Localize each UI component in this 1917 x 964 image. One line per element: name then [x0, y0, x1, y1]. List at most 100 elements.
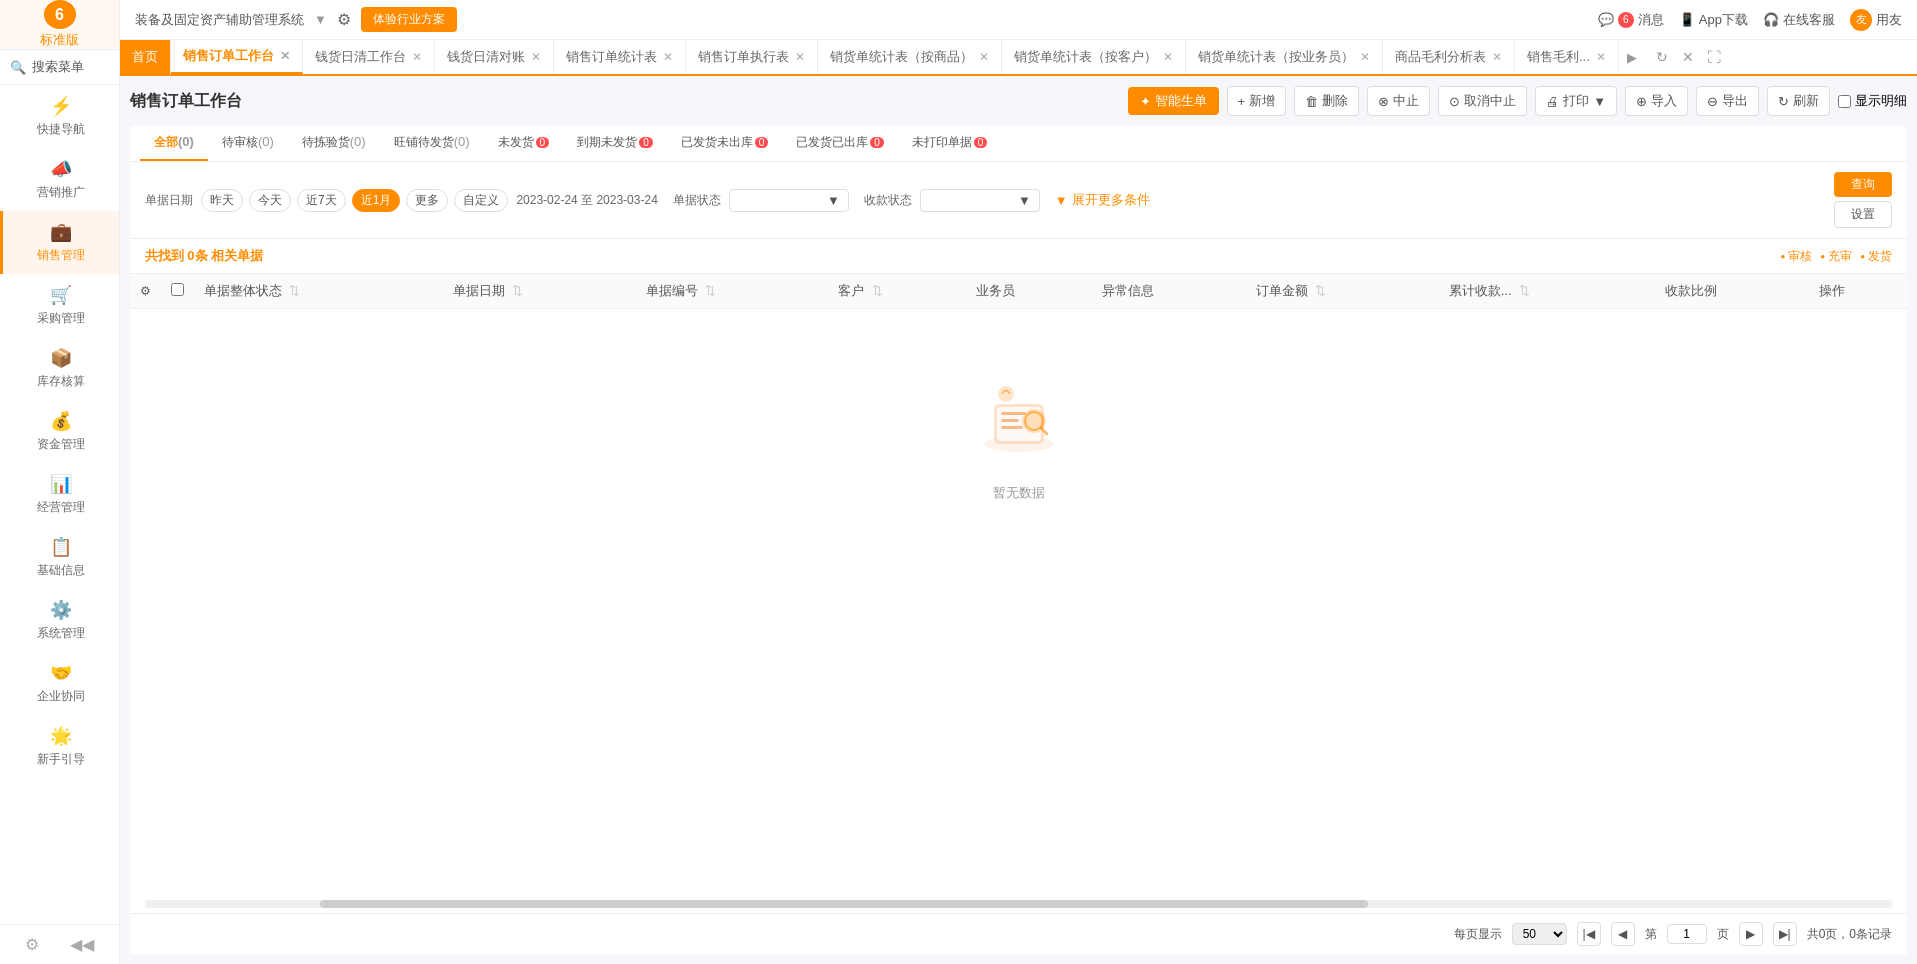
smart-generate-btn[interactable]: ✦ 智能生单	[1128, 87, 1219, 115]
show-detail-checkbox[interactable]: 显示明细	[1838, 92, 1907, 110]
tab-money-reconcile[interactable]: 钱货日清对账 ✕	[435, 40, 554, 74]
sub-tab-shipped-out[interactable]: 已发货已出库0	[782, 126, 898, 161]
cancel-audit-action-btn[interactable]: 充审	[1820, 248, 1852, 265]
gear-settings-icon[interactable]: ⚙	[337, 10, 351, 29]
tab-sales-staff[interactable]: 销货单统计表（按业务员） ✕	[1186, 40, 1383, 74]
page-size-select[interactable]: 50 100 200	[1512, 923, 1567, 945]
new-btn[interactable]: + 新增	[1227, 86, 1287, 116]
sort-icon[interactable]: ⇅	[705, 283, 716, 298]
col-settings[interactable]: ⚙	[130, 274, 161, 309]
sidebar-item-operations[interactable]: 📊 经营管理	[0, 463, 119, 526]
date-btn-yesterday[interactable]: 昨天	[201, 189, 243, 212]
sub-tab-shipped-not-out[interactable]: 已发货未出库0	[667, 126, 783, 161]
tab-sales-customer[interactable]: 销货单统计表（按客户） ✕	[1002, 40, 1186, 74]
dropdown-arrow-icon[interactable]: ▼	[314, 12, 327, 27]
select-arrow-icon: ▼	[1018, 193, 1031, 208]
tab-sales-product[interactable]: 销货单统计表（按商品） ✕	[818, 40, 1002, 74]
tab-money-daily[interactable]: 钱货日清工作台 ✕	[303, 40, 435, 74]
date-btn-more[interactable]: 更多	[406, 189, 448, 212]
tab-sales-workbench[interactable]: 销售订单工作台 ✕	[171, 40, 303, 74]
sub-tab-overdue-ship[interactable]: 到期未发货0	[563, 126, 667, 161]
prev-page-btn[interactable]: ◀	[1611, 922, 1635, 946]
first-page-btn[interactable]: |◀	[1577, 922, 1601, 946]
page-number-input[interactable]	[1667, 924, 1707, 944]
collapse-icon[interactable]: ◀◀	[70, 935, 94, 954]
sidebar-search[interactable]: 🔍 搜索菜单	[0, 50, 119, 85]
tab-close-icon[interactable]: ✕	[1596, 50, 1606, 64]
select-all-checkbox[interactable]	[171, 283, 184, 296]
tab-close-icon[interactable]: ✕	[412, 50, 422, 64]
tab-close-icon[interactable]: ✕	[280, 49, 290, 63]
sidebar-item-basic-info[interactable]: 📋 基础信息	[0, 526, 119, 589]
sort-icon[interactable]: ⇅	[289, 283, 300, 298]
sidebar-item-guide[interactable]: 🌟 新手引导	[0, 715, 119, 778]
export-btn[interactable]: ⊖ 导出	[1696, 86, 1759, 116]
tab-close-all-icon[interactable]: ✕	[1676, 45, 1700, 69]
sub-tab-pending-inspect[interactable]: 待拣验货(0)	[288, 126, 380, 161]
cancel-stop-btn[interactable]: ⊙ 取消中止	[1438, 86, 1527, 116]
sub-tab-not-shipped[interactable]: 未发货0	[484, 126, 564, 161]
app-download-item[interactable]: 📱 App下载	[1679, 11, 1748, 29]
tab-home[interactable]: 首页	[120, 40, 171, 74]
expand-filter-btn[interactable]: ▼ 展开更多条件	[1055, 191, 1150, 209]
tab-sales-exec[interactable]: 销售订单执行表 ✕	[686, 40, 818, 74]
sidebar-item-quick-nav[interactable]: ⚡ 快捷导航	[0, 85, 119, 148]
sub-tab-not-printed[interactable]: 未打印单据0	[898, 126, 1002, 161]
user-item[interactable]: 友 用友	[1850, 9, 1902, 31]
tab-more-btn[interactable]: ▶	[1619, 40, 1645, 74]
date-btn-1month[interactable]: 近1月	[352, 189, 401, 212]
tab-close-icon[interactable]: ✕	[979, 50, 989, 64]
stop-btn[interactable]: ⊗ 中止	[1367, 86, 1430, 116]
date-btn-custom[interactable]: 自定义	[454, 189, 508, 212]
scrollbar-thumb[interactable]	[320, 900, 1368, 908]
next-page-btn[interactable]: ▶	[1739, 922, 1763, 946]
sidebar-item-finance[interactable]: 💰 资金管理	[0, 400, 119, 463]
sort-icon[interactable]: ⇅	[872, 283, 883, 298]
refresh-btn[interactable]: ↻ 刷新	[1767, 86, 1830, 116]
col-amount: 订单金额 ⇅	[1246, 274, 1439, 309]
delete-btn[interactable]: 🗑 删除	[1294, 86, 1359, 116]
tab-sales-stat[interactable]: 销售订单统计表 ✕	[554, 40, 686, 74]
import-btn[interactable]: ⊕ 导入	[1625, 86, 1688, 116]
print-btn[interactable]: 🖨 打印 ▼	[1535, 86, 1617, 116]
sidebar-item-sales[interactable]: 💼 销售管理	[0, 211, 119, 274]
message-item[interactable]: 💬 6 消息	[1598, 11, 1664, 29]
table-quick-actions: 审核 充审 发货	[1780, 248, 1892, 265]
sort-icon[interactable]: ⇅	[1315, 283, 1326, 298]
audit-action-btn[interactable]: 审核	[1780, 248, 1812, 265]
service-icon: 🎧	[1763, 12, 1779, 27]
tab-expand-icon[interactable]: ⛶	[1702, 45, 1726, 69]
tab-close-icon[interactable]: ✕	[1163, 50, 1173, 64]
sub-tab-all[interactable]: 全部(0)	[140, 126, 208, 161]
last-page-btn[interactable]: ▶|	[1773, 922, 1797, 946]
tab-close-icon[interactable]: ✕	[663, 50, 673, 64]
sidebar-item-enterprise[interactable]: 🤝 企业协同	[0, 652, 119, 715]
sidebar-item-inventory[interactable]: 📦 库存核算	[0, 337, 119, 400]
sub-tab-wangpu[interactable]: 旺铺待发货(0)	[380, 126, 484, 161]
horizontal-scrollbar[interactable]	[145, 900, 1892, 908]
tab-close-icon[interactable]: ✕	[1492, 50, 1502, 64]
settings-icon[interactable]: ⚙	[25, 935, 39, 954]
tab-close-icon[interactable]: ✕	[795, 50, 805, 64]
tab-close-icon[interactable]: ✕	[531, 50, 541, 64]
tab-sales-gross[interactable]: 销售毛利... ✕	[1515, 40, 1619, 74]
status-select[interactable]: ▼	[729, 189, 849, 212]
sidebar-item-system[interactable]: ⚙️ 系统管理	[0, 589, 119, 652]
payment-select[interactable]: ▼	[920, 189, 1040, 212]
tab-close-icon[interactable]: ✕	[1360, 50, 1370, 64]
sidebar-item-purchase[interactable]: 🛒 采购管理	[0, 274, 119, 337]
ship-action-btn[interactable]: 发货	[1860, 248, 1892, 265]
industry-btn[interactable]: 体验行业方案	[361, 7, 457, 32]
show-detail-input[interactable]	[1838, 95, 1851, 108]
sort-icon[interactable]: ⇅	[1519, 283, 1530, 298]
online-service-item[interactable]: 🎧 在线客服	[1763, 11, 1835, 29]
settings-btn[interactable]: 设置	[1834, 201, 1892, 228]
tab-gross-margin[interactable]: 商品毛利分析表 ✕	[1383, 40, 1515, 74]
date-btn-today[interactable]: 今天	[249, 189, 291, 212]
date-btn-7days[interactable]: 近7天	[297, 189, 346, 212]
sub-tab-pending-audit[interactable]: 待审核(0)	[208, 126, 288, 161]
tab-refresh-icon[interactable]: ↻	[1650, 45, 1674, 69]
sort-icon[interactable]: ⇅	[512, 283, 523, 298]
sidebar-item-marketing[interactable]: 📣 营销推广	[0, 148, 119, 211]
query-btn[interactable]: 查询	[1834, 172, 1892, 197]
